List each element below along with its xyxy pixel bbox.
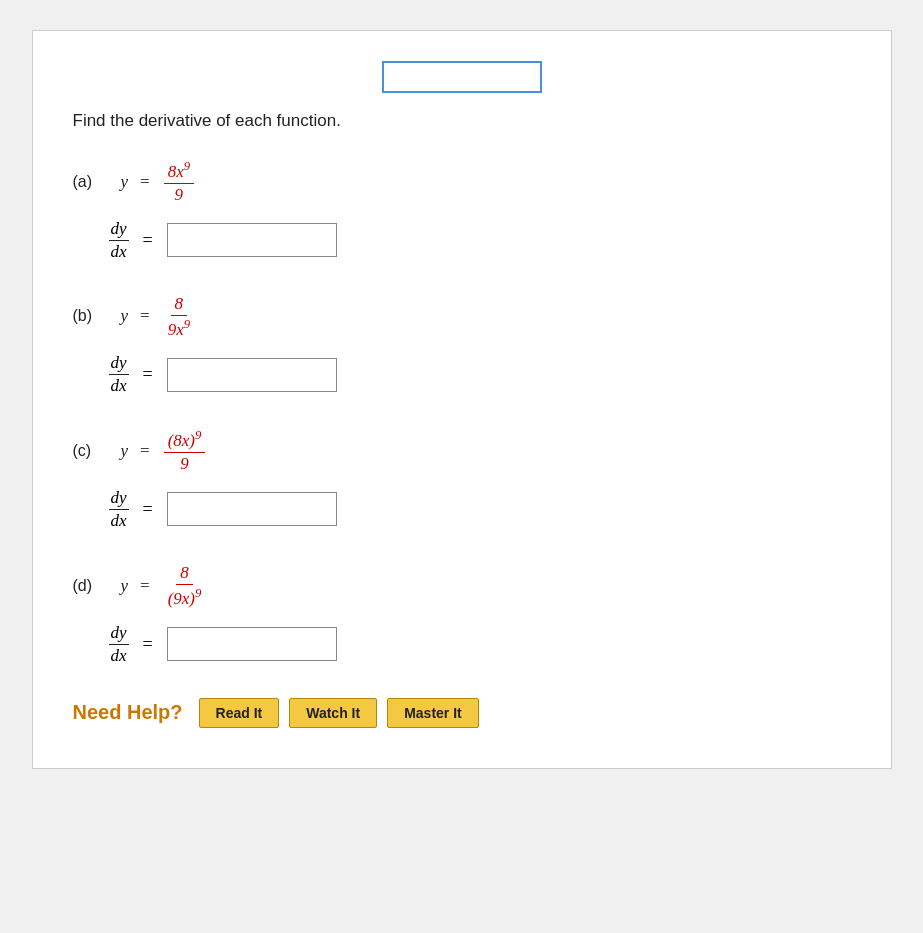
part-a-dy: dy (109, 219, 129, 241)
part-c-dx: dx (109, 510, 129, 531)
part-b-label-row: (b) y = 8 9x9 (73, 294, 851, 340)
part-d-fraction: 8 (9x)9 (164, 563, 206, 609)
part-c-fraction: (8x)9 9 (164, 428, 206, 474)
part-a-fraction: 8x9 9 (164, 159, 194, 205)
part-c-input[interactable] (167, 492, 337, 526)
part-c-dy-dx: dy dx (109, 488, 129, 531)
part-c-answer-row: dy dx = (109, 488, 851, 531)
part-c-numerator: (8x)9 (164, 428, 206, 453)
part-a-denominator: 9 (171, 184, 188, 205)
part-b-numerator: 8 (171, 294, 188, 316)
part-b-input[interactable] (167, 358, 337, 392)
part-d-label-row: (d) y = 8 (9x)9 (73, 563, 851, 609)
part-d-y: y (121, 576, 129, 596)
part-b-denominator: 9x9 (164, 316, 194, 340)
part-c-equation: y = (8x)9 9 (121, 428, 208, 474)
part-d: (d) y = 8 (9x)9 dy dx = (73, 563, 851, 666)
part-a-equals: = (140, 172, 150, 192)
part-b-y: y (121, 306, 129, 326)
part-b-fraction: 8 9x9 (164, 294, 194, 340)
part-d-dx: dx (109, 645, 129, 666)
part-d-equation: y = 8 (9x)9 (121, 563, 208, 609)
part-b: (b) y = 8 9x9 dy dx = (73, 294, 851, 397)
top-input-area (73, 61, 851, 93)
part-a-input[interactable] (167, 223, 337, 257)
part-a-equation: y = 8x9 9 (121, 159, 197, 205)
read-it-button[interactable]: Read It (199, 698, 280, 728)
part-d-input[interactable] (167, 627, 337, 661)
part-a-numerator: 8x9 (164, 159, 194, 184)
main-container: Find the derivative of each function. (a… (32, 30, 892, 769)
part-c-label: (c) (73, 442, 109, 460)
part-d-dy-dx: dy dx (109, 623, 129, 666)
part-c-denominator: 9 (176, 453, 193, 474)
part-a-dy-dx: dy dx (109, 219, 129, 262)
part-a-label: (a) (73, 173, 109, 191)
part-b-equation: y = 8 9x9 (121, 294, 197, 340)
part-b-answer-equals: = (143, 364, 153, 385)
master-it-button[interactable]: Master It (387, 698, 479, 728)
need-help-label: Need Help? (73, 701, 183, 724)
part-b-label: (b) (73, 307, 109, 325)
part-d-equals: = (140, 576, 150, 596)
part-a-label-row: (a) y = 8x9 9 (73, 159, 851, 205)
part-a-dx: dx (109, 241, 129, 262)
part-c-label-row: (c) y = (8x)9 9 (73, 428, 851, 474)
top-input[interactable] (382, 61, 542, 93)
part-a-answer-row: dy dx = (109, 219, 851, 262)
part-c-equals: = (140, 441, 150, 461)
part-a-answer-equals: = (143, 230, 153, 251)
part-d-denominator: (9x)9 (164, 585, 206, 609)
part-b-dy: dy (109, 353, 129, 375)
part-c-answer-equals: = (143, 499, 153, 520)
part-a-y: y (121, 172, 129, 192)
part-d-label: (d) (73, 577, 109, 595)
part-d-answer-equals: = (143, 634, 153, 655)
part-d-answer-row: dy dx = (109, 623, 851, 666)
watch-it-button[interactable]: Watch It (289, 698, 377, 728)
part-a: (a) y = 8x9 9 dy dx = (73, 159, 851, 262)
problem-title: Find the derivative of each function. (73, 111, 851, 131)
part-b-dy-dx: dy dx (109, 353, 129, 396)
part-c: (c) y = (8x)9 9 dy dx = (73, 428, 851, 531)
part-b-answer-row: dy dx = (109, 353, 851, 396)
part-d-dy: dy (109, 623, 129, 645)
part-d-numerator: 8 (176, 563, 193, 585)
need-help-row: Need Help? Read It Watch It Master It (73, 698, 851, 728)
part-b-equals: = (140, 306, 150, 326)
part-b-dx: dx (109, 375, 129, 396)
part-c-dy: dy (109, 488, 129, 510)
part-c-y: y (121, 441, 129, 461)
